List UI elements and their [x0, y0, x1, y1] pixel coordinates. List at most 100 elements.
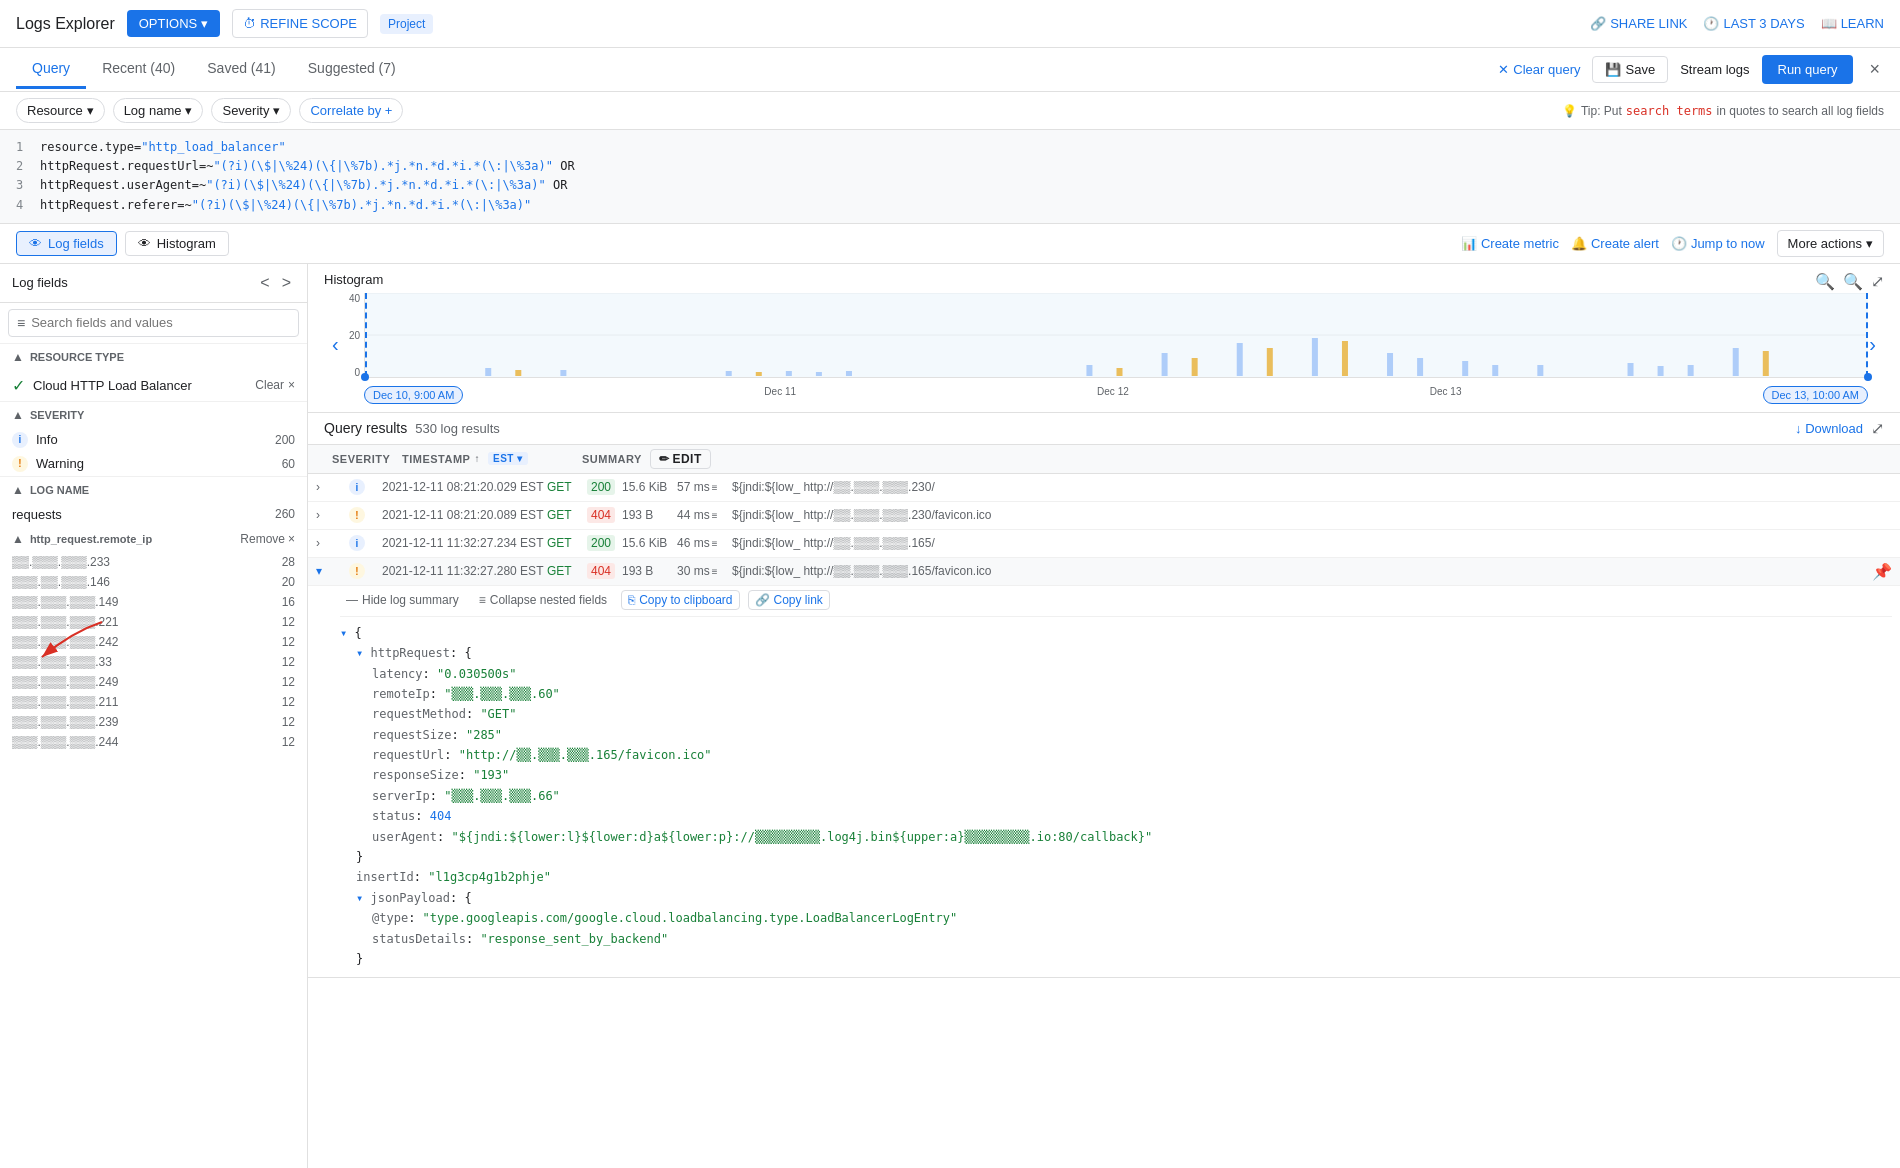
- pin-button[interactable]: 📌: [1872, 562, 1892, 581]
- chevron-up-icon: ▲: [12, 350, 24, 364]
- expand-arrow-icon[interactable]: ›: [316, 508, 332, 522]
- create-metric-button[interactable]: 📊 Create metric: [1461, 236, 1559, 251]
- eye-icon: 👁: [29, 236, 42, 251]
- sub-tab-histogram[interactable]: 👁 Histogram: [125, 231, 229, 256]
- hist-dot-right[interactable]: [1864, 373, 1872, 381]
- sort-asc-icon: ↑: [474, 453, 480, 464]
- copy-link-button[interactable]: 🔗 Copy link: [748, 590, 830, 610]
- clear-button[interactable]: Clear: [255, 378, 284, 392]
- filter-row: Resource ▾ Log name ▾ Severity ▾ Correla…: [0, 92, 1900, 130]
- info-severity-icon: i: [349, 479, 365, 495]
- row-timestamp: 2021-12-11 11:32:27.234 EST: [382, 536, 547, 550]
- ip-item[interactable]: ▒▒▒.▒▒▒.▒▒▒.221 12: [0, 612, 307, 632]
- log-row[interactable]: › i 2021-12-11 11:32:27.234 EST GET 200 …: [308, 530, 1900, 558]
- stream-logs-button[interactable]: Stream logs: [1680, 62, 1749, 77]
- pencil-icon: ✏: [659, 452, 670, 466]
- row-status: 404: [587, 508, 622, 522]
- tab-saved[interactable]: Saved (41): [191, 50, 291, 89]
- close-button[interactable]: ×: [1865, 55, 1884, 84]
- zoom-in-icon[interactable]: 🔍: [1815, 272, 1835, 291]
- remove-button[interactable]: Remove ×: [240, 532, 295, 546]
- chevron-up-icon: ▲: [12, 483, 24, 497]
- options-button[interactable]: OPTIONS ▾: [127, 10, 221, 37]
- remove-x-icon[interactable]: ×: [288, 378, 295, 392]
- edit-badge[interactable]: ✏ EDIT: [650, 449, 711, 469]
- panel-nav-right[interactable]: >: [278, 272, 295, 294]
- save-button[interactable]: 💾 Save: [1592, 56, 1668, 83]
- correlate-by-chip[interactable]: Correlate by +: [299, 98, 403, 123]
- row-status: 200: [587, 480, 622, 494]
- ip-item[interactable]: ▒▒▒.▒▒▒.▒▒▒.244 12: [0, 732, 307, 752]
- expand-arrow-icon[interactable]: ›: [316, 480, 332, 494]
- ip-item[interactable]: ▒▒▒.▒▒▒.▒▒▒.33 12: [0, 652, 307, 672]
- chevron-down-icon: ▾: [273, 103, 280, 118]
- log-name-chip[interactable]: Log name ▾: [113, 98, 204, 123]
- latency-icon: ≡: [712, 566, 718, 577]
- log-detail: — Hide log summary ≡ Collapse nested fie…: [308, 586, 1900, 979]
- run-query-button[interactable]: Run query: [1762, 55, 1854, 84]
- ip-field-header: ▲ http_request.remote_ip Remove ×: [0, 526, 307, 552]
- tab-suggested[interactable]: Suggested (7): [292, 50, 412, 89]
- row-severity: i: [332, 535, 382, 551]
- expand-icon[interactable]: ⤢: [1871, 272, 1884, 291]
- expand-button[interactable]: ⤢: [1871, 419, 1884, 438]
- refine-scope-button[interactable]: ⏱ REFINE SCOPE: [232, 9, 368, 38]
- download-button[interactable]: ↓ Download: [1795, 421, 1863, 436]
- hist-dot-left[interactable]: [361, 373, 369, 381]
- log-row-expanded[interactable]: ▾ ! 2021-12-11 11:32:27.280 EST GET 404 …: [308, 558, 1900, 586]
- sub-tab-log-fields[interactable]: 👁 Log fields: [16, 231, 117, 256]
- query-results-count: 530 log results: [415, 421, 500, 436]
- ip-item[interactable]: ▒▒▒.▒▒▒.▒▒▒.149 16: [0, 592, 307, 612]
- row-size: 193 B: [622, 508, 677, 522]
- results-table: › i 2021-12-11 08:21:20.029 EST GET 200 …: [308, 474, 1900, 1168]
- log-name-requests-item[interactable]: requests 260: [0, 503, 307, 526]
- histogram-nav-right[interactable]: ›: [1869, 333, 1876, 356]
- learn-button[interactable]: 📖 LEARN: [1821, 16, 1884, 31]
- resource-type-section-header[interactable]: ▲ RESOURCE TYPE: [0, 343, 307, 370]
- ip-item[interactable]: ▒▒.▒▒▒.▒▒▒.233 28: [0, 552, 307, 572]
- histogram-nav-left[interactable]: ‹: [332, 333, 339, 356]
- tab-recent[interactable]: Recent (40): [86, 50, 191, 89]
- query-editor[interactable]: 1 resource.type="http_load_balancer" 2 h…: [0, 130, 1900, 224]
- last-3-days-button[interactable]: 🕐 LAST 3 DAYS: [1703, 16, 1804, 31]
- clear-query-button[interactable]: ✕ Clear query: [1498, 62, 1580, 77]
- ip-item[interactable]: ▒▒▒.▒▒.▒▒▒.146 20: [0, 572, 307, 592]
- ip-item[interactable]: ▒▒▒.▒▒▒.▒▒▒.239 12: [0, 712, 307, 732]
- log-row[interactable]: › i 2021-12-11 08:21:20.029 EST GET 200 …: [308, 474, 1900, 502]
- resource-chip[interactable]: Resource ▾: [16, 98, 105, 123]
- query-results-title: Query results: [324, 420, 407, 436]
- copy-to-clipboard-button[interactable]: ⎘ Copy to clipboard: [621, 590, 739, 610]
- http-request-expand[interactable]: ▾: [356, 646, 363, 660]
- share-link-button[interactable]: 🔗 SHARE LINK: [1590, 16, 1687, 31]
- jump-to-now-button[interactable]: 🕐 Jump to now: [1671, 236, 1765, 251]
- severity-chip[interactable]: Severity ▾: [211, 98, 291, 123]
- end-time-bubble[interactable]: Dec 13, 10:00 AM: [1763, 386, 1868, 404]
- row-method: GET: [547, 480, 587, 494]
- severity-section-header[interactable]: ▲ SEVERITY: [0, 401, 307, 428]
- est-badge[interactable]: EST ▾: [488, 452, 528, 465]
- start-time-bubble[interactable]: Dec 10, 9:00 AM: [364, 386, 463, 404]
- ip-item[interactable]: ▒▒▒.▒▒▒.▒▒▒.211 12: [0, 692, 307, 712]
- expand-arrow[interactable]: ▾: [340, 626, 347, 640]
- search-fields-input[interactable]: [31, 315, 290, 330]
- left-panel-header: Log fields < >: [0, 264, 307, 303]
- severity-warning-item[interactable]: ! Warning 60: [0, 452, 307, 476]
- zoom-out-icon[interactable]: 🔍: [1843, 272, 1863, 291]
- histogram-bars: [364, 293, 1868, 378]
- log-name-section-header[interactable]: ▲ LOG NAME: [0, 476, 307, 503]
- tab-query[interactable]: Query: [16, 50, 86, 89]
- create-alert-button[interactable]: 🔔 Create alert: [1571, 236, 1659, 251]
- expand-arrow-icon[interactable]: ›: [316, 536, 332, 550]
- ip-item[interactable]: ▒▒▒.▒▒▒.▒▒▒.249 12: [0, 672, 307, 692]
- severity-info-item[interactable]: i Info 200: [0, 428, 307, 452]
- hide-log-summary-button[interactable]: — Hide log summary: [340, 591, 465, 609]
- col-header-timestamp[interactable]: TIMESTAMP ↑ EST ▾: [402, 452, 582, 465]
- main-content: Log fields < > ≡ ▲ RESOURCE TYPE ✓ Cloud…: [0, 264, 1900, 1168]
- expand-arrow-icon[interactable]: ▾: [316, 564, 332, 578]
- log-row[interactable]: › ! 2021-12-11 08:21:20.089 EST GET 404 …: [308, 502, 1900, 530]
- collapse-nested-fields-button[interactable]: ≡ Collapse nested fields: [473, 591, 613, 609]
- ip-item[interactable]: ▒▒▒.▒▒▒.▒▒▒.242 12: [0, 632, 307, 652]
- panel-nav-left[interactable]: <: [256, 272, 273, 294]
- more-actions-button[interactable]: More actions ▾: [1777, 230, 1884, 257]
- json-payload-expand[interactable]: ▾: [356, 891, 363, 905]
